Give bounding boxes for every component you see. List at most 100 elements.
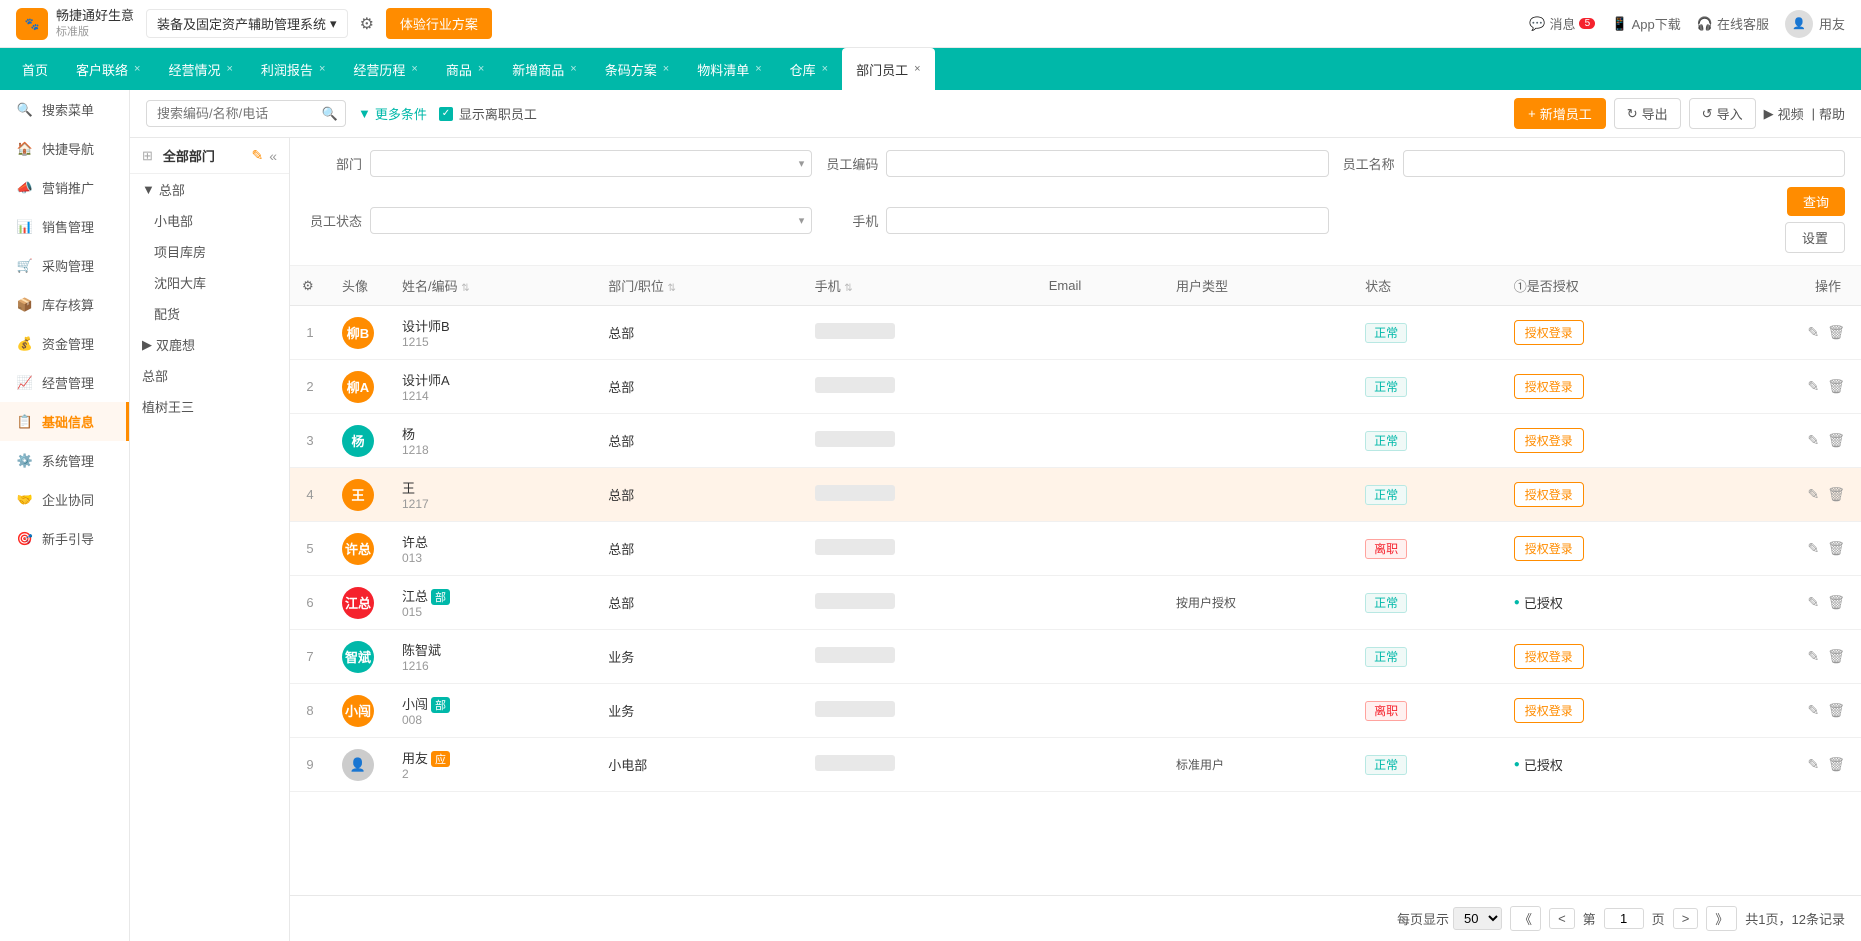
sidebar-item-企业协同[interactable]: 🤝企业协同 xyxy=(0,480,129,519)
phone-input[interactable] xyxy=(886,207,1328,234)
sidebar-item-库存核算[interactable]: 📦库存核算 xyxy=(0,285,129,324)
tab-close-icon[interactable]: × xyxy=(478,63,484,75)
dept-node-xiaodianbu[interactable]: 小电部 xyxy=(130,205,289,236)
tab-close-icon[interactable]: × xyxy=(226,63,232,75)
settings-icon[interactable]: ⚙ xyxy=(360,14,374,34)
edit-button[interactable]: ✎ xyxy=(1807,594,1819,611)
edit-button[interactable]: ✎ xyxy=(1807,702,1819,719)
delete-button[interactable]: 🗑 xyxy=(1827,648,1845,665)
tab-close-icon[interactable]: × xyxy=(663,63,669,75)
tab-首页[interactable]: 首页 xyxy=(8,48,62,90)
sidebar-item-基础信息[interactable]: 📋基础信息 xyxy=(0,402,129,441)
system-name-dropdown[interactable]: 装备及固定资产辅助管理系统 ▾ xyxy=(146,9,348,38)
tab-close-icon[interactable]: × xyxy=(822,63,828,75)
tab-经营情况[interactable]: 经营情况× xyxy=(154,48,246,90)
tab-close-icon[interactable]: × xyxy=(134,63,140,75)
emp-status-select[interactable] xyxy=(370,207,812,234)
sort-dept-icon[interactable]: ⇅ xyxy=(668,283,676,294)
sidebar-item-搜索菜单[interactable]: 🔍搜索菜单 xyxy=(0,90,129,129)
delete-button[interactable]: 🗑 xyxy=(1827,432,1845,449)
delete-button[interactable]: 🗑 xyxy=(1827,756,1845,773)
delete-button[interactable]: 🗑 xyxy=(1827,594,1845,611)
sidebar-item-系统管理[interactable]: ⚙️系统管理 xyxy=(0,441,129,480)
edit-button[interactable]: ✎ xyxy=(1807,324,1819,341)
tab-物料清单[interactable]: 物料清单× xyxy=(683,48,775,90)
tab-新增商品[interactable]: 新增商品× xyxy=(498,48,590,90)
tab-经营历程[interactable]: 经营历程× xyxy=(339,48,431,90)
export-button[interactable]: ↻ 导出 xyxy=(1614,98,1681,129)
add-employee-button[interactable]: + 新增员工 xyxy=(1514,98,1606,129)
sidebar-item-销售管理[interactable]: 📊销售管理 xyxy=(0,207,129,246)
dept-select[interactable] xyxy=(370,150,812,177)
tab-close-icon[interactable]: × xyxy=(914,63,920,75)
grant-login-button[interactable]: 授权登录 xyxy=(1514,698,1584,723)
sidebar-item-经营管理[interactable]: 📈经营管理 xyxy=(0,363,129,402)
current-page-input[interactable] xyxy=(1604,908,1644,929)
dept-node-parent-zongbu[interactable]: ▼ 总部 xyxy=(130,174,289,205)
dept-collapse-icon[interactable]: « xyxy=(269,148,277,164)
grant-login-button[interactable]: 授权登录 xyxy=(1514,428,1584,453)
col-settings[interactable]: ⚙ xyxy=(290,266,330,306)
col-phone[interactable]: 手机 ⇅ xyxy=(803,266,1037,306)
sort-name-icon[interactable]: ⇅ xyxy=(461,283,469,294)
delete-button[interactable]: 🗑 xyxy=(1827,702,1845,719)
show-resigned-checkbox[interactable]: ✓ 显示离职员工 xyxy=(439,104,537,123)
delete-button[interactable]: 🗑 xyxy=(1827,324,1845,341)
grant-login-button[interactable]: 授权登录 xyxy=(1514,482,1584,507)
search-icon[interactable]: 🔍 xyxy=(322,106,338,122)
messages-button[interactable]: 💬 消息 5 xyxy=(1529,14,1595,33)
edit-button[interactable]: ✎ xyxy=(1807,756,1819,773)
per-page-select[interactable]: 50 xyxy=(1453,907,1502,930)
dept-node-shenyang[interactable]: 沈阳大库 xyxy=(130,267,289,298)
col-name[interactable]: 姓名/编码 ⇅ xyxy=(390,266,596,306)
tab-close-icon[interactable]: × xyxy=(570,63,576,75)
more-conditions-button[interactable]: ▼ 更多条件 xyxy=(358,104,427,123)
experience-button[interactable]: 体验行业方案 xyxy=(386,8,492,39)
tab-close-icon[interactable]: × xyxy=(411,63,417,75)
edit-button[interactable]: ✎ xyxy=(1807,486,1819,503)
grant-login-button[interactable]: 授权登录 xyxy=(1514,320,1584,345)
delete-button[interactable]: 🗑 xyxy=(1827,378,1845,395)
sidebar-item-营销推广[interactable]: 📣营销推广 xyxy=(0,168,129,207)
tab-利润报告[interactable]: 利润报告× xyxy=(247,48,339,90)
sort-phone-icon[interactable]: ⇅ xyxy=(844,283,852,294)
tab-部门员工[interactable]: 部门员工× xyxy=(842,48,934,90)
delete-button[interactable]: 🗑 xyxy=(1827,486,1845,503)
help-button[interactable]: | 帮助 xyxy=(1812,104,1845,123)
online-service-button[interactable]: 🎧 在线客服 xyxy=(1697,14,1769,33)
tab-close-icon[interactable]: × xyxy=(319,63,325,75)
dept-edit-icon[interactable]: ✎ xyxy=(251,147,263,164)
edit-button[interactable]: ✎ xyxy=(1807,378,1819,395)
last-page-button[interactable]: 》 xyxy=(1706,906,1737,931)
tab-仓库[interactable]: 仓库× xyxy=(776,48,842,90)
tab-条码方案[interactable]: 条码方案× xyxy=(591,48,683,90)
edit-button[interactable]: ✎ xyxy=(1807,540,1819,557)
view-button[interactable]: ▶ 视频 xyxy=(1764,104,1804,123)
sidebar-item-新手引导[interactable]: 🎯新手引导 xyxy=(0,519,129,558)
dept-node-peihuo[interactable]: 配货 xyxy=(130,298,289,329)
sidebar-item-采购管理[interactable]: 🛒采购管理 xyxy=(0,246,129,285)
next-page-button[interactable]: > xyxy=(1673,908,1699,929)
edit-button[interactable]: ✎ xyxy=(1807,432,1819,449)
query-button[interactable]: 查询 xyxy=(1787,187,1845,216)
tab-close-icon[interactable]: × xyxy=(755,63,761,75)
delete-button[interactable]: 🗑 xyxy=(1827,540,1845,557)
col-dept[interactable]: 部门/职位 ⇅ xyxy=(596,266,802,306)
grant-login-button[interactable]: 授权登录 xyxy=(1514,536,1584,561)
dept-node-zhishu[interactable]: 植树王三 xyxy=(130,391,289,422)
edit-button[interactable]: ✎ xyxy=(1807,648,1819,665)
first-page-button[interactable]: 《 xyxy=(1510,906,1541,931)
tab-商品[interactable]: 商品× xyxy=(432,48,498,90)
sidebar-item-快捷导航[interactable]: 🏠快捷导航 xyxy=(0,129,129,168)
search-input[interactable] xyxy=(146,100,346,127)
grant-login-button[interactable]: 授权登录 xyxy=(1514,374,1584,399)
grant-login-button[interactable]: 授权登录 xyxy=(1514,644,1584,669)
app-download-button[interactable]: 📱 App下载 xyxy=(1611,14,1680,33)
settings-button[interactable]: 设置 xyxy=(1785,222,1845,253)
user-area[interactable]: 👤 用友 xyxy=(1785,10,1845,38)
dept-node-shuanglu[interactable]: ▶ 双鹿想 xyxy=(130,329,289,360)
dept-node-xiangmu[interactable]: 项目库房 xyxy=(130,236,289,267)
sidebar-item-资金管理[interactable]: 💰资金管理 xyxy=(0,324,129,363)
tab-客户联络[interactable]: 客户联络× xyxy=(62,48,154,90)
prev-page-button[interactable]: < xyxy=(1549,908,1575,929)
